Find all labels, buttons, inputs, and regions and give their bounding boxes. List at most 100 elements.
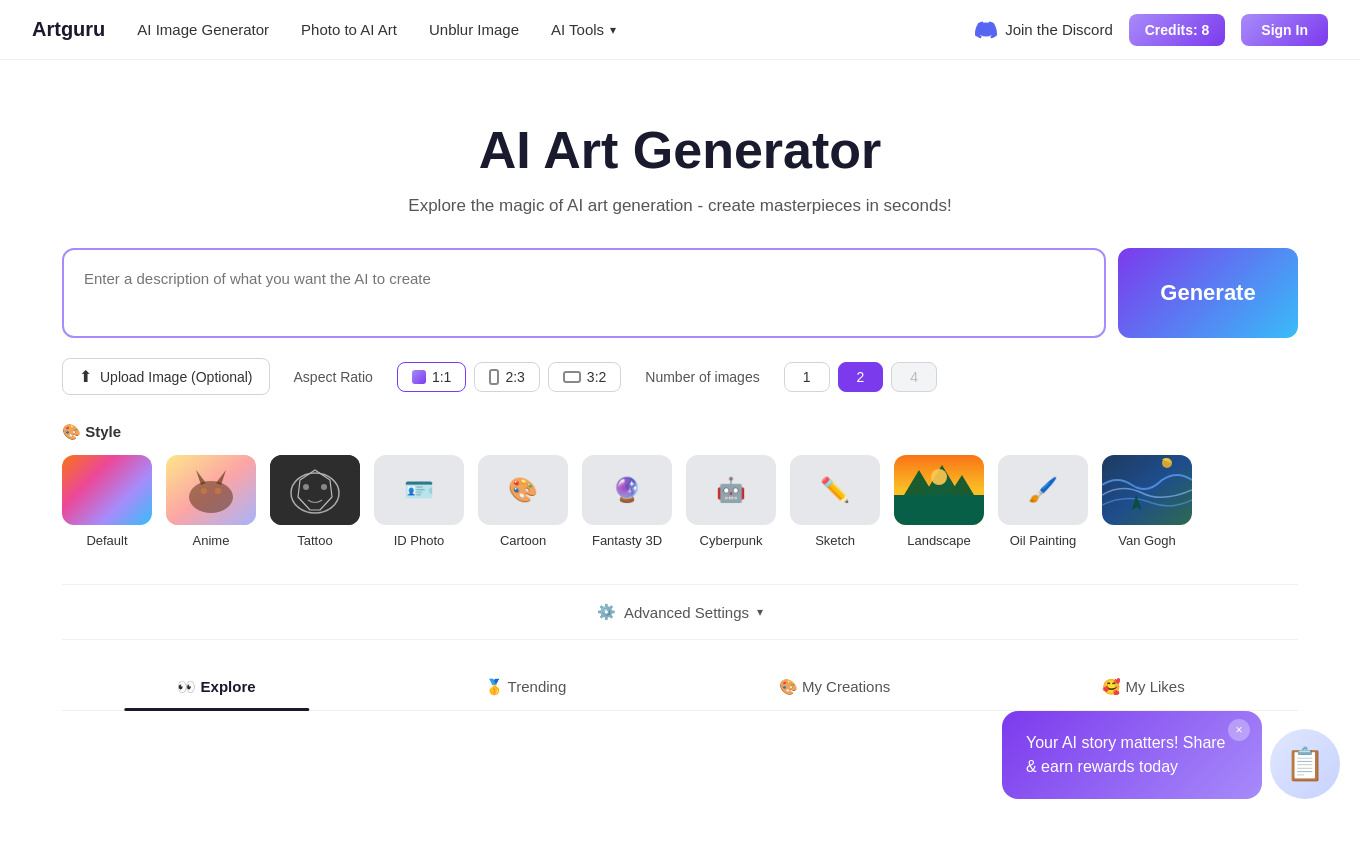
count-1[interactable]: 1 xyxy=(784,362,830,392)
chevron-down-icon: ▾ xyxy=(610,23,616,37)
discord-label: Join the Discord xyxy=(1005,21,1113,38)
style-name-id-photo: ID Photo xyxy=(394,533,445,548)
vangogh-svg xyxy=(1102,455,1192,525)
style-thumb-id-photo: 🪪 xyxy=(374,455,464,525)
count-options: 1 2 4 xyxy=(784,362,937,392)
style-item-fantasy-3d[interactable]: 🔮 Fantasty 3D xyxy=(582,455,672,548)
style-thumb-anime xyxy=(166,455,256,525)
style-name-tattoo: Tattoo xyxy=(297,533,332,548)
prompt-row: Generate xyxy=(62,248,1298,338)
style-item-van-gogh[interactable]: Van Gogh xyxy=(1102,455,1192,548)
notification-avatar-icon: 📋 xyxy=(1285,745,1325,783)
style-item-oil-painting[interactable]: 🖌️ Oil Painting xyxy=(998,455,1088,548)
aspect-square-icon xyxy=(412,370,426,384)
landscape-svg xyxy=(894,455,984,525)
upload-icon: ⬆ xyxy=(79,367,92,386)
style-item-default[interactable]: Default xyxy=(62,455,152,548)
advanced-chevron-icon: ▾ xyxy=(757,605,763,619)
logo[interactable]: Artguru xyxy=(32,18,105,41)
aspect-options: 1:1 2:3 3:2 xyxy=(397,362,621,392)
aspect-3-2-label: 3:2 xyxy=(587,369,606,385)
svg-point-9 xyxy=(303,484,309,490)
style-thumb-van-gogh xyxy=(1102,455,1192,525)
nav-link-photo-to-ai-art[interactable]: Photo to AI Art xyxy=(301,21,397,38)
aspect-2-3[interactable]: 2:3 xyxy=(474,362,539,392)
style-item-sketch[interactable]: ✏️ Sketch xyxy=(790,455,880,548)
advanced-settings-label: Advanced Settings xyxy=(624,604,749,621)
svg-point-5 xyxy=(215,488,221,494)
hero-subtitle: Explore the magic of AI art generation -… xyxy=(32,196,1328,216)
notification-avatar: 📋 xyxy=(1270,729,1340,799)
style-thumb-landscape xyxy=(894,455,984,525)
signin-button[interactable]: Sign In xyxy=(1241,14,1328,46)
tab-explore[interactable]: 👀 Explore xyxy=(62,664,371,710)
notification-message: Your AI story matters! Share & earn rewa… xyxy=(1026,734,1226,775)
nav-link-unblur-image[interactable]: Unblur Image xyxy=(429,21,519,38)
style-grid: Default Anime xyxy=(62,455,1298,552)
svg-point-4 xyxy=(201,488,207,494)
notification-bubble: × Your AI story matters! Share & earn re… xyxy=(1002,711,1262,799)
controls-row: ⬆ Upload Image (Optional) Aspect Ratio 1… xyxy=(62,358,1298,395)
nav-link-ai-tools[interactable]: AI Tools ▾ xyxy=(551,21,616,38)
gear-icon: ⚙️ xyxy=(597,603,616,621)
count-2[interactable]: 2 xyxy=(838,362,884,392)
style-thumb-sketch: ✏️ xyxy=(790,455,880,525)
prompt-input[interactable] xyxy=(62,248,1106,338)
count-4[interactable]: 4 xyxy=(891,362,937,392)
credits-button[interactable]: Credits: 8 xyxy=(1129,14,1226,46)
aspect-1-1-label: 1:1 xyxy=(432,369,451,385)
style-item-cyberpunk[interactable]: 🤖 Cyberpunk xyxy=(686,455,776,548)
ai-tools-label: AI Tools xyxy=(551,21,604,38)
tab-my-likes[interactable]: 🥰 My Likes xyxy=(989,664,1298,710)
aspect-3-2[interactable]: 3:2 xyxy=(548,362,621,392)
aspect-tall-icon xyxy=(489,369,499,385)
nav-right: Join the Discord Credits: 8 Sign In xyxy=(975,14,1328,46)
style-thumb-fantasy-3d: 🔮 xyxy=(582,455,672,525)
svg-rect-6 xyxy=(270,455,360,525)
style-name-cyberpunk: Cyberpunk xyxy=(700,533,763,548)
discord-link[interactable]: Join the Discord xyxy=(975,19,1113,41)
svg-point-16 xyxy=(931,469,947,485)
style-name-cartoon: Cartoon xyxy=(500,533,546,548)
anime-svg xyxy=(166,455,256,525)
upload-button[interactable]: ⬆ Upload Image (Optional) xyxy=(62,358,270,395)
style-item-anime[interactable]: Anime xyxy=(166,455,256,548)
style-name-landscape: Landscape xyxy=(907,533,971,548)
aspect-1-1[interactable]: 1:1 xyxy=(397,362,466,392)
nav-link-ai-image-generator[interactable]: AI Image Generator xyxy=(137,21,269,38)
style-item-id-photo[interactable]: 🪪 ID Photo xyxy=(374,455,464,548)
hero-section: AI Art Generator Explore the magic of AI… xyxy=(0,60,1360,248)
style-name-anime: Anime xyxy=(193,533,230,548)
style-item-cartoon[interactable]: 🎨 Cartoon xyxy=(478,455,568,548)
aspect-ratio-label: Aspect Ratio xyxy=(294,369,373,385)
tab-trending[interactable]: 🥇 Trending xyxy=(371,664,680,710)
nav-left: Artguru AI Image Generator Photo to AI A… xyxy=(32,18,616,41)
style-name-default: Default xyxy=(86,533,127,548)
tattoo-svg xyxy=(270,455,360,525)
svg-point-18 xyxy=(1162,458,1172,468)
navbar: Artguru AI Image Generator Photo to AI A… xyxy=(0,0,1360,60)
style-item-tattoo[interactable]: Tattoo xyxy=(270,455,360,548)
style-thumb-cartoon: 🎨 xyxy=(478,455,568,525)
count-label: Number of images xyxy=(645,369,759,385)
svg-point-10 xyxy=(321,484,327,490)
svg-point-1 xyxy=(189,481,233,513)
notification-close-button[interactable]: × xyxy=(1228,719,1250,741)
style-name-oil-painting: Oil Painting xyxy=(1010,533,1076,548)
style-name-van-gogh: Van Gogh xyxy=(1118,533,1176,548)
style-thumb-default xyxy=(62,455,152,525)
style-section: 🎨 Style Default xyxy=(62,423,1298,552)
style-label: 🎨 Style xyxy=(62,423,1298,441)
svg-rect-12 xyxy=(894,495,984,525)
notification-container: × Your AI story matters! Share & earn re… xyxy=(1002,711,1340,799)
aspect-2-3-label: 2:3 xyxy=(505,369,524,385)
advanced-settings-row[interactable]: ⚙️ Advanced Settings ▾ xyxy=(62,584,1298,640)
style-thumb-cyberpunk: 🤖 xyxy=(686,455,776,525)
style-item-landscape[interactable]: Landscape xyxy=(894,455,984,548)
tabs-row: 👀 Explore 🥇 Trending 🎨 My Creations 🥰 My… xyxy=(62,664,1298,711)
discord-icon xyxy=(975,19,997,41)
generate-button[interactable]: Generate xyxy=(1118,248,1298,338)
main-content: Generate ⬆ Upload Image (Optional) Aspec… xyxy=(30,248,1330,711)
style-name-fantasy-3d: Fantasty 3D xyxy=(592,533,662,548)
tab-my-creations[interactable]: 🎨 My Creations xyxy=(680,664,989,710)
